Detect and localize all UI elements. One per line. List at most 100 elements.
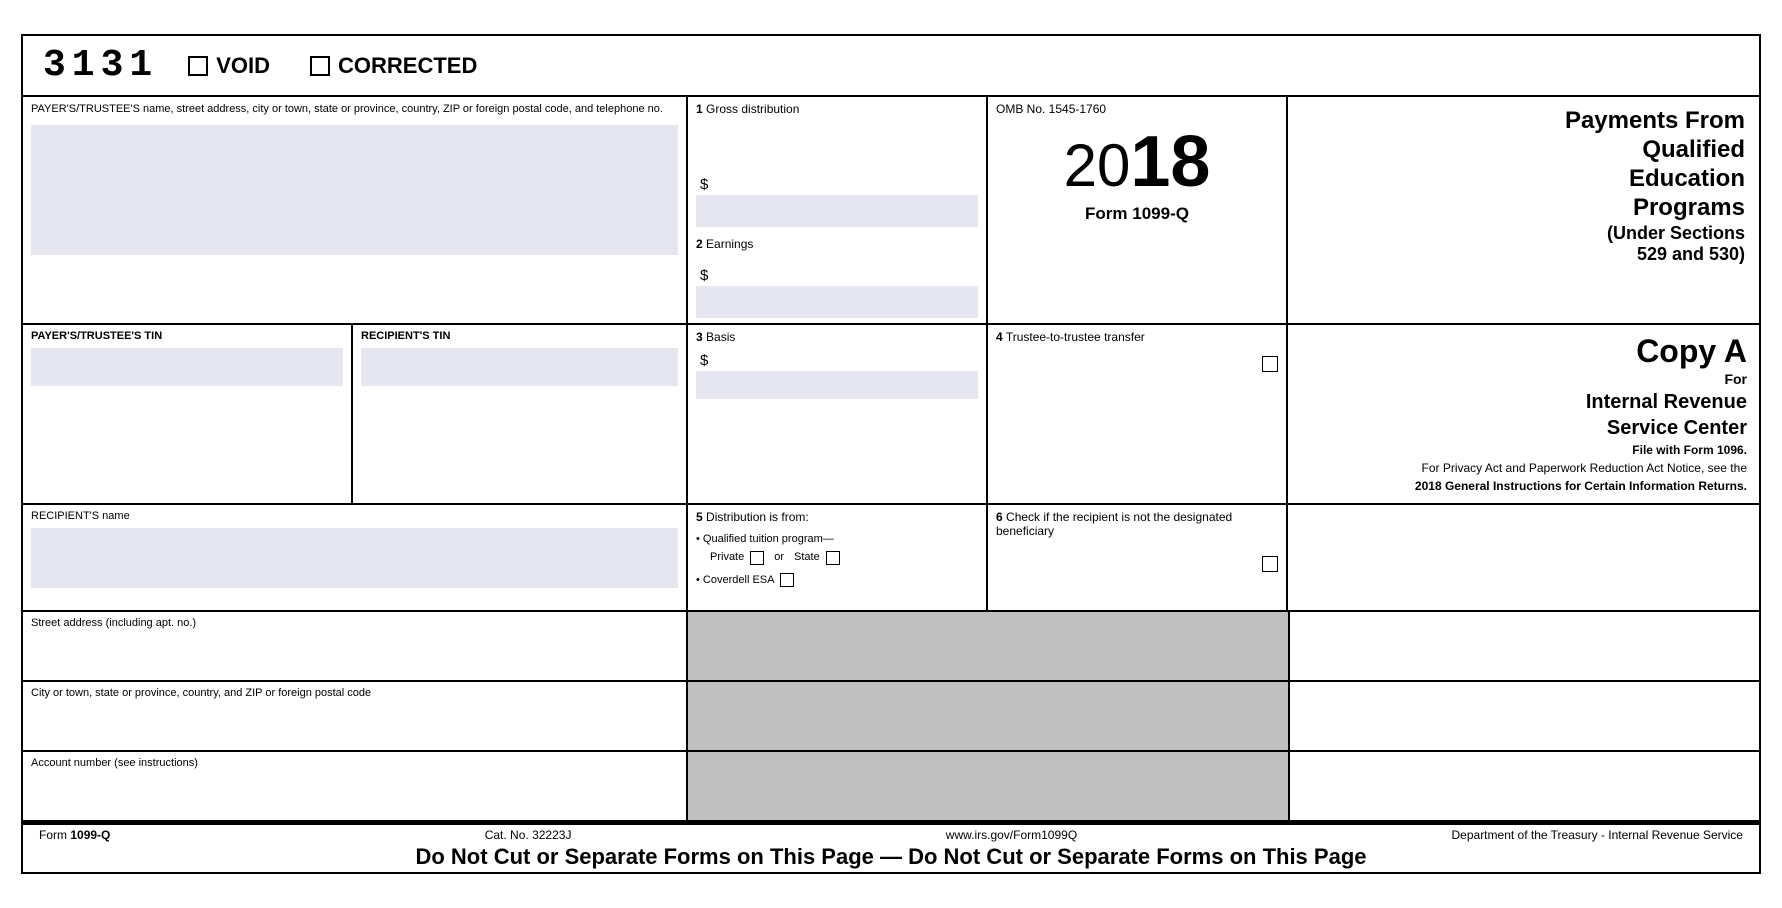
private-state-row: Private or State xyxy=(710,548,978,567)
recipient-name-label: RECIPIENT'S name xyxy=(31,510,678,522)
box5-text: Distribution is from: xyxy=(706,510,809,524)
irs-line1: Internal Revenue xyxy=(1586,389,1747,415)
row3: RECIPIENT'S name 5 Distribution is from:… xyxy=(23,505,1759,612)
box3-number: 3 xyxy=(696,330,703,344)
distribution-options: • Qualified tuition program— Private or … xyxy=(696,530,978,590)
street-far-right xyxy=(1290,612,1759,680)
box1-input[interactable] xyxy=(696,195,978,227)
box1-text: Gross distribution xyxy=(706,102,799,116)
qtp-label: • Qualified tuition program— xyxy=(696,530,978,549)
bottom-form-label: Form xyxy=(39,828,67,842)
gross-distribution-cell: 1 Gross distribution $ 2 Earnings $ xyxy=(688,97,988,323)
payer-tin-input[interactable] xyxy=(31,348,343,386)
recipient-name-cell: RECIPIENT'S name xyxy=(23,505,688,610)
recipient-tin-input[interactable] xyxy=(361,348,678,386)
city-label: City or town, state or province, country… xyxy=(31,687,678,699)
box5-number: 5 xyxy=(696,510,703,524)
corrected-checkbox-label[interactable]: CORRECTED xyxy=(310,53,477,79)
irs-line2: Service Center xyxy=(1586,415,1747,441)
box4-cell: 4 Trustee-to-trustee transfer xyxy=(988,325,1288,502)
year-suffix: 18 xyxy=(1130,122,1210,202)
city-gray xyxy=(688,682,1290,750)
box2-label: 2 Earnings xyxy=(696,237,978,251)
omb-cell: OMB No. 1545-1760 2018 Form 1099-Q xyxy=(988,97,1288,323)
street-gray xyxy=(688,612,1290,680)
payer-name-input[interactable] xyxy=(31,125,678,255)
bottom-section: Form 1099-Q Cat. No. 32223J www.irs.gov/… xyxy=(23,822,1759,872)
box3-label: 3 Basis xyxy=(696,330,978,344)
coverdell-checkbox[interactable] xyxy=(780,573,794,587)
private-checkbox[interactable] xyxy=(750,551,764,565)
account-far-right xyxy=(1290,752,1759,820)
copy-a-lower-cell xyxy=(1288,505,1759,610)
form-wrapper: 3131 VOID CORRECTED PAYER'S/TRUSTEE'S na… xyxy=(21,34,1761,873)
box1-dollar: $ xyxy=(696,176,978,193)
street-cell: Street address (including apt. no.) xyxy=(23,612,688,680)
bottom-do-not-cut: Do Not Cut or Separate Forms on This Pag… xyxy=(39,844,1743,870)
bottom-url: www.irs.gov/Form1099Q xyxy=(946,828,1077,842)
form-label: Form xyxy=(1085,204,1128,223)
year-prefix: 20 xyxy=(1064,132,1131,199)
box6-text: Check if the recipient is not the design… xyxy=(996,510,1232,538)
bottom-line1: Form 1099-Q Cat. No. 32223J www.irs.gov/… xyxy=(39,828,1743,842)
city-far-right xyxy=(1290,682,1759,750)
for-text: For xyxy=(1586,370,1747,388)
box3-text: Basis xyxy=(706,330,735,344)
corrected-checkbox[interactable] xyxy=(310,56,330,76)
box4-number: 4 xyxy=(996,330,1003,344)
payments-from: Payments From Qualified Education Progra… xyxy=(1302,107,1745,265)
bottom-cat: Cat. No. 32223J xyxy=(485,828,572,842)
payer-tin-label: PAYER'S/TRUSTEE'S TIN xyxy=(31,330,343,342)
account-gray xyxy=(688,752,1290,820)
copy-a-cell: Copy A For Internal Revenue Service Cent… xyxy=(1288,325,1759,502)
recipient-name-input[interactable] xyxy=(31,528,678,588)
row5: City or town, state or province, country… xyxy=(23,682,1759,752)
box3-input[interactable] xyxy=(696,371,978,399)
file-line1: File with Form 1096. xyxy=(1632,443,1747,457)
box2-text: Earnings xyxy=(706,237,753,251)
void-corrected-group: VOID CORRECTED xyxy=(188,53,477,79)
box5-cell: 5 Distribution is from: • Qualified tuit… xyxy=(688,505,988,610)
corrected-text: CORRECTED xyxy=(338,53,477,79)
top-header: 3131 VOID CORRECTED xyxy=(23,36,1759,97)
file-line2: For Privacy Act and Paperwork Reduction … xyxy=(1422,461,1748,475)
row4: Street address (including apt. no.) xyxy=(23,612,1759,682)
copy-a-big: Copy A xyxy=(1636,333,1747,370)
box4-checkbox-row xyxy=(996,356,1278,372)
for-irs: For Internal Revenue Service Center xyxy=(1586,370,1747,440)
row1: PAYER'S/TRUSTEE'S name, street address, … xyxy=(23,97,1759,325)
box1-label: 1 Gross distribution xyxy=(696,102,978,116)
box6-checkbox[interactable] xyxy=(1262,556,1278,572)
far-right-top-cell: Payments From Qualified Education Progra… xyxy=(1288,97,1759,323)
coverdell-row: • Coverdell ESA xyxy=(696,571,978,590)
private-label: Private xyxy=(710,548,744,567)
recipient-tin-cell: RECIPIENT'S TIN xyxy=(353,325,688,502)
state-checkbox[interactable] xyxy=(826,551,840,565)
row2: PAYER'S/TRUSTEE'S TIN RECIPIENT'S TIN 3 … xyxy=(23,325,1759,504)
box2-number: 2 xyxy=(696,237,703,251)
form-name-line: Form 1099-Q xyxy=(996,204,1278,224)
city-cell: City or town, state or province, country… xyxy=(23,682,688,750)
void-text: VOID xyxy=(216,53,270,79)
void-checkbox-label[interactable]: VOID xyxy=(188,53,270,79)
payer-tin-cell: PAYER'S/TRUSTEE'S TIN xyxy=(23,325,353,502)
box4-checkbox[interactable] xyxy=(1262,356,1278,372)
payer-name-cell: PAYER'S/TRUSTEE'S name, street address, … xyxy=(23,97,688,323)
box2-input[interactable] xyxy=(696,286,978,318)
form-name: 1099-Q xyxy=(1132,204,1189,223)
box6-cell: 6 Check if the recipient is not the desi… xyxy=(988,505,1288,610)
box3-cell: 3 Basis $ xyxy=(688,325,988,502)
box2-dollar: $ xyxy=(696,267,978,284)
void-checkbox[interactable] xyxy=(188,56,208,76)
coverdell-label: • Coverdell ESA xyxy=(696,571,774,590)
form-number-display: 3131 xyxy=(43,44,158,87)
account-label: Account number (see instructions) xyxy=(31,757,678,769)
box4-text: Trustee-to-trustee transfer xyxy=(1006,330,1145,344)
box4-label: 4 Trustee-to-trustee transfer xyxy=(996,330,1278,344)
bottom-form-name: Form 1099-Q xyxy=(39,828,110,842)
state-label: State xyxy=(794,548,820,567)
or-label: or xyxy=(774,548,784,567)
bottom-dept: Department of the Treasury - Internal Re… xyxy=(1452,828,1743,842)
year-display: 2018 xyxy=(996,126,1278,198)
file-notice: File with Form 1096. For Privacy Act and… xyxy=(1415,441,1747,495)
